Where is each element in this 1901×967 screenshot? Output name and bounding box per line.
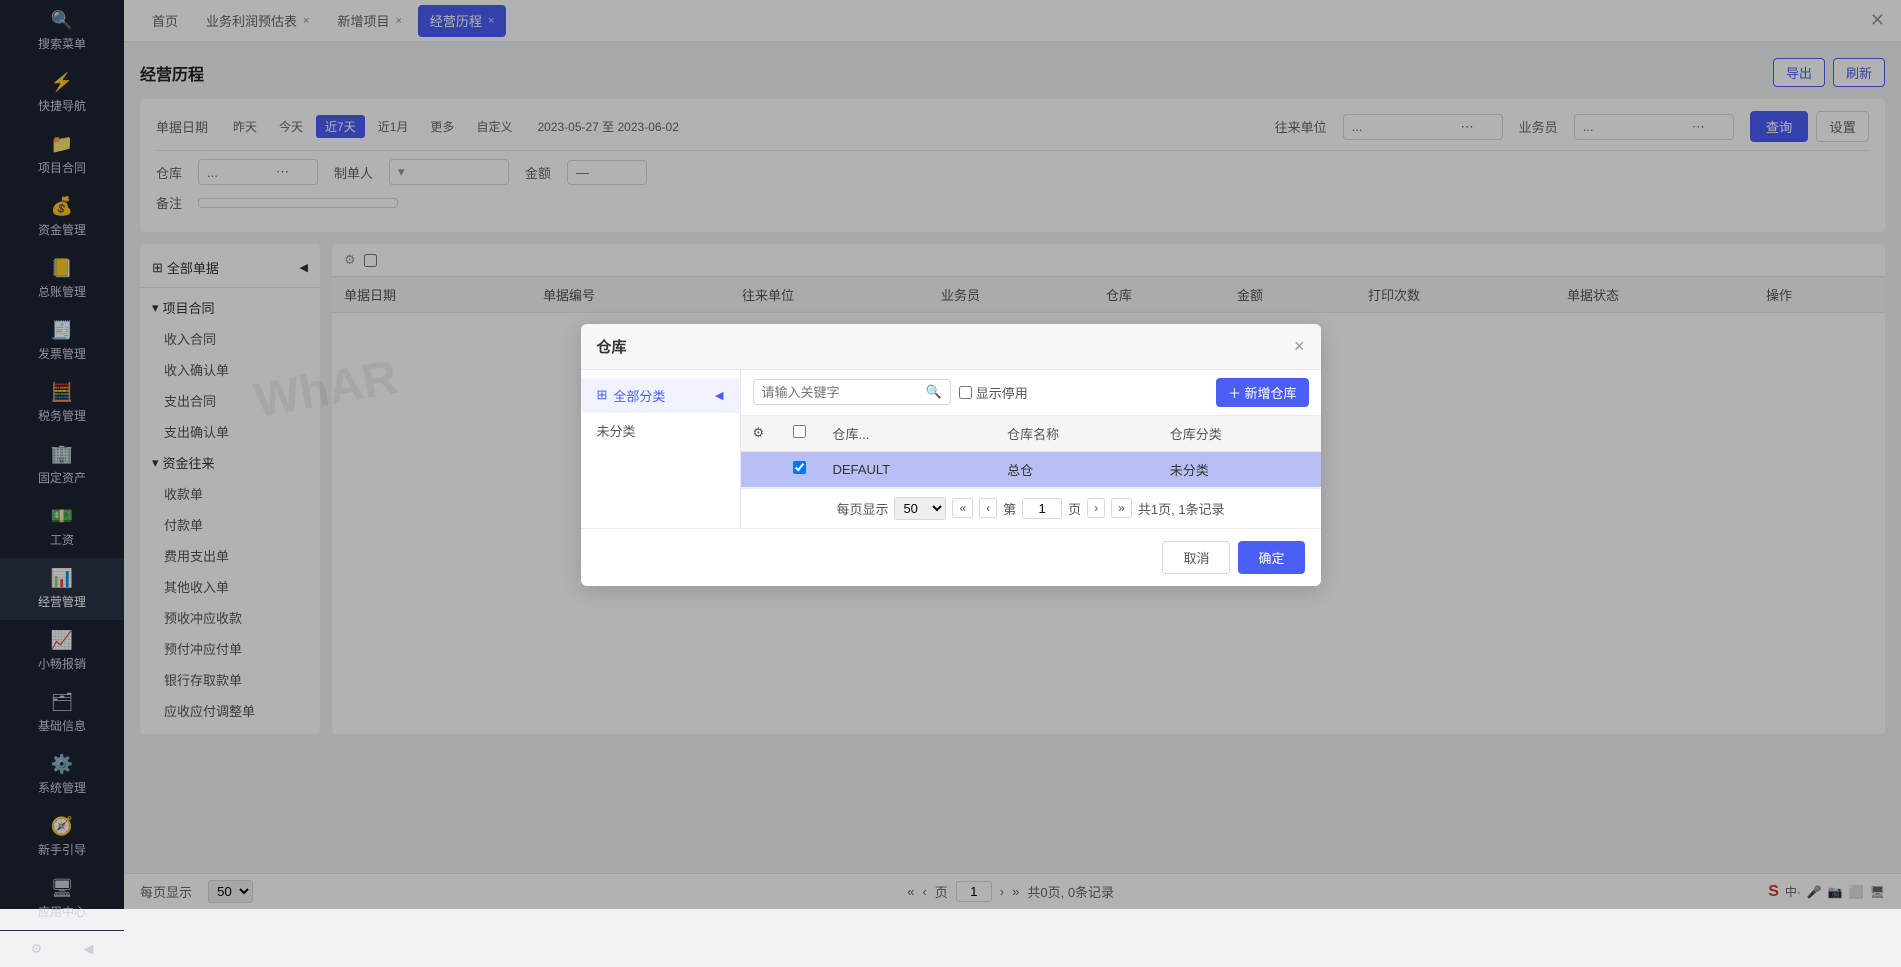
last-page-btn[interactable]: »: [1111, 498, 1132, 518]
confirm-button[interactable]: 确定: [1238, 541, 1304, 574]
dialog-body: ⊞ 全部分类 ◀ 未分类 🔍 显示停用: [581, 370, 1321, 528]
dialog-table-body: DEFAULT 总仓 未分类: [741, 451, 1321, 487]
total-info: 共1页, 1条记录: [1138, 499, 1225, 518]
row-settings-cell: [741, 451, 781, 487]
show-disabled-label: 显示停用: [976, 383, 1028, 402]
th-settings: ⚙: [741, 416, 781, 452]
add-warehouse-button[interactable]: ＋ 新增仓库: [1216, 378, 1309, 407]
first-page-btn[interactable]: «: [952, 498, 973, 518]
search-input-wrap: 🔍: [753, 379, 951, 405]
dialog-table: ⚙ 仓库... 仓库名称: [741, 416, 1321, 488]
th-checkbox-col: [781, 416, 821, 452]
th-warehouse-code: 仓库...: [821, 416, 996, 452]
th-warehouse-category: 仓库分类: [1158, 416, 1321, 452]
table-row[interactable]: DEFAULT 总仓 未分类: [741, 451, 1321, 487]
row-code: DEFAULT: [833, 462, 891, 477]
settings-col-icon[interactable]: ⚙: [753, 425, 765, 440]
dialog-header: 仓库 ×: [581, 324, 1321, 370]
category-uncategorized-label: 未分类: [597, 421, 636, 440]
dialog-footer: 取消 确定: [581, 528, 1321, 586]
dialog-pagination: 每页显示 50 10 20 100 « ‹ 第 页 › » 共1页, 1条记录: [741, 488, 1321, 528]
show-disabled-checkbox[interactable]: [959, 386, 972, 399]
dialog-left-panel: ⊞ 全部分类 ◀ 未分类: [581, 370, 741, 528]
row-category-cell: 未分类: [1158, 451, 1321, 487]
dialog-right-panel: 🔍 显示停用 ＋ 新增仓库 ⚙: [741, 370, 1321, 528]
warehouse-dialog: 仓库 × ⊞ 全部分类 ◀ 未分类: [581, 324, 1321, 586]
row-code-cell: DEFAULT: [821, 451, 996, 487]
dialog-table-header: ⚙ 仓库... 仓库名称: [741, 416, 1321, 452]
page-label: 第: [1003, 499, 1016, 518]
dialog-category-all[interactable]: ⊞ 全部分类 ◀: [581, 378, 740, 413]
row-category: 未分类: [1170, 463, 1209, 478]
row-checkbox[interactable]: [793, 461, 806, 474]
collapse-icon[interactable]: ◀: [83, 941, 93, 957]
search-input[interactable]: [762, 385, 922, 400]
table-dialog-select-all[interactable]: [793, 425, 806, 438]
dialog-toolbar: 🔍 显示停用 ＋ 新增仓库: [741, 370, 1321, 416]
dialog-title: 仓库: [597, 336, 627, 357]
prev-page-btn[interactable]: ‹: [979, 498, 997, 518]
search-icon-dialog: 🔍: [926, 384, 942, 400]
page-suffix: 页: [1068, 499, 1081, 518]
per-page-label: 每页显示: [836, 499, 888, 518]
category-all-label: 全部分类: [613, 386, 665, 405]
per-page-select[interactable]: 50 10 20 100: [894, 497, 946, 520]
collapse-dialog-icon[interactable]: ◀: [715, 389, 723, 402]
grid-icon-dialog: ⊞: [597, 387, 608, 403]
row-checkbox-cell: [781, 451, 821, 487]
show-disabled-checkbox-label[interactable]: 显示停用: [959, 383, 1028, 402]
dialog-overlay[interactable]: 仓库 × ⊞ 全部分类 ◀ 未分类: [0, 0, 1901, 909]
row-name-cell: 总仓: [995, 451, 1158, 487]
dialog-close-button[interactable]: ×: [1294, 336, 1305, 357]
dialog-table-wrap: ⚙ 仓库... 仓库名称: [741, 416, 1321, 488]
row-name: 总仓: [1007, 463, 1033, 478]
dialog-category-uncategorized[interactable]: 未分类: [581, 413, 740, 448]
th-warehouse-name: 仓库名称: [995, 416, 1158, 452]
cancel-button[interactable]: 取消: [1162, 541, 1230, 574]
sidebar-bottom: ⚙ ◀: [0, 930, 124, 967]
next-page-btn[interactable]: ›: [1087, 498, 1105, 518]
page-input[interactable]: [1022, 498, 1062, 519]
settings-icon[interactable]: ⚙: [31, 941, 43, 957]
